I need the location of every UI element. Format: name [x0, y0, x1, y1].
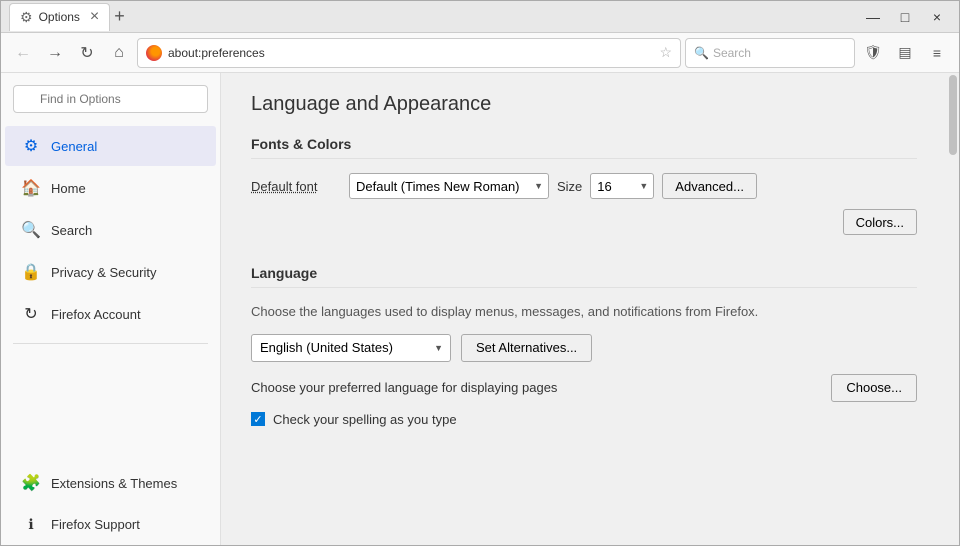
spell-check-label: Check your spelling as you type [273, 412, 457, 427]
window: ⚙ Options × + — □ × ← → ↻ ⌂ about:prefer… [0, 0, 960, 546]
address-text: about:preferences [168, 46, 653, 60]
sidebar-item-search[interactable]: 🔍 Search [5, 210, 216, 250]
extensions-icon: 🧩 [21, 473, 41, 493]
refresh-button[interactable]: ↻ [73, 39, 101, 67]
privacy-label: Privacy & Security [51, 265, 156, 280]
size-select-wrapper: 16 [590, 173, 654, 199]
fonts-colors-title: Fonts & Colors [251, 136, 917, 159]
content-area: Language and Appearance Fonts & Colors D… [221, 73, 947, 545]
content-wrapper: Language and Appearance Fonts & Colors D… [221, 73, 959, 545]
sidebar-item-home[interactable]: 🏠 Home [5, 168, 216, 208]
preferred-lang-label: Choose your preferred language for displ… [251, 380, 557, 395]
options-tab[interactable]: ⚙ Options × [9, 3, 110, 31]
minimize-button[interactable]: — [859, 7, 887, 27]
spell-check-checkbox[interactable]: ✓ [251, 412, 265, 426]
nav-bottom: 🧩 Extensions & Themes ℹ Firefox Support [1, 462, 220, 545]
font-select-wrapper: Default (Times New Roman) [349, 173, 549, 199]
default-font-row: Default font Default (Times New Roman) S… [251, 173, 917, 199]
language-row: English (United States) Set Alternatives… [251, 334, 917, 362]
search-bar-placeholder: Search [713, 46, 846, 60]
sidebar-toggle-button[interactable]: ▤ [891, 39, 919, 67]
general-label: General [51, 139, 97, 154]
main-area: 🔍 ⚙ General 🏠 Home 🔍 Search 🔒 Privacy & … [1, 73, 959, 545]
support-icon: ℹ [21, 514, 41, 534]
search-nav-icon: 🔍 [21, 220, 41, 240]
language-desc: Choose the languages used to display men… [251, 302, 917, 322]
browser-search-bar[interactable]: 🔍 Search [685, 38, 855, 68]
address-bar[interactable]: about:preferences ☆ [137, 38, 681, 68]
advanced-button[interactable]: Advanced... [662, 173, 757, 199]
language-title: Language [251, 265, 917, 288]
sidebar-item-general[interactable]: ⚙ General [5, 126, 216, 166]
menu-button[interactable]: ≡ [923, 39, 951, 67]
general-icon: ⚙ [21, 136, 41, 156]
maximize-button[interactable]: □ [891, 7, 919, 27]
size-select[interactable]: 16 [590, 173, 654, 199]
support-label: Firefox Support [51, 517, 140, 532]
firefox-logo [146, 45, 162, 61]
fonts-colors-section: Fonts & Colors Default font Default (Tim… [251, 136, 917, 235]
sidebar-item-extensions[interactable]: 🧩 Extensions & Themes [5, 463, 216, 503]
toolbar-right: 🛡 ▤ ≡ [859, 39, 951, 67]
bookmark-star-icon[interactable]: ☆ [659, 44, 672, 61]
window-controls: — □ × [859, 7, 951, 27]
sidebar: 🔍 ⚙ General 🏠 Home 🔍 Search 🔒 Privacy & … [1, 73, 221, 545]
toolbar: ← → ↻ ⌂ about:preferences ☆ 🔍 Search 🛡 ▤… [1, 33, 959, 73]
language-select[interactable]: English (United States) [251, 334, 451, 362]
default-font-label: Default font [251, 179, 341, 194]
tab-close-button[interactable]: × [90, 8, 99, 26]
colors-btn-row: Colors... [251, 209, 917, 235]
scrollbar[interactable] [947, 73, 959, 545]
choose-button[interactable]: Choose... [831, 374, 917, 402]
extensions-label: Extensions & Themes [51, 476, 177, 491]
checkbox-checkmark: ✓ [253, 413, 262, 426]
set-alternatives-button[interactable]: Set Alternatives... [461, 334, 592, 362]
forward-button[interactable]: → [41, 39, 69, 67]
home-button[interactable]: ⌂ [105, 39, 133, 67]
sidebar-item-privacy[interactable]: 🔒 Privacy & Security [5, 252, 216, 292]
find-options-bar: 🔍 [1, 73, 220, 125]
nav-separator [13, 343, 208, 344]
privacy-icon: 🔒 [21, 262, 41, 282]
size-label: Size [557, 179, 582, 194]
sidebar-item-firefox-account[interactable]: ↻ Firefox Account [5, 294, 216, 334]
new-tab-button[interactable]: + [114, 6, 125, 27]
firefox-account-icon: ↻ [21, 304, 41, 324]
language-section: Language Choose the languages used to di… [251, 265, 917, 427]
colors-button[interactable]: Colors... [843, 209, 917, 235]
firefox-account-label: Firefox Account [51, 307, 141, 322]
shield-icon-button[interactable]: 🛡 [859, 39, 887, 67]
titlebar: ⚙ Options × + — □ × [1, 1, 959, 33]
spell-check-row: ✓ Check your spelling as you type [251, 412, 917, 427]
home-icon: 🏠 [21, 178, 41, 198]
tab-icon: ⚙ [20, 9, 33, 26]
search-magnifier-icon: 🔍 [694, 46, 709, 60]
back-button[interactable]: ← [9, 39, 37, 67]
find-options-input[interactable] [13, 85, 208, 113]
page-title: Language and Appearance [251, 93, 917, 116]
lang-select-wrapper: English (United States) [251, 334, 451, 362]
scrollbar-thumb[interactable] [949, 75, 957, 155]
search-label: Search [51, 223, 92, 238]
sidebar-item-support[interactable]: ℹ Firefox Support [5, 504, 216, 544]
close-button[interactable]: × [923, 7, 951, 27]
preferred-lang-row: Choose your preferred language for displ… [251, 374, 917, 402]
find-input-wrapper: 🔍 [13, 85, 208, 113]
home-label: Home [51, 181, 86, 196]
tab-title: Options [39, 10, 80, 24]
font-select[interactable]: Default (Times New Roman) [349, 173, 549, 199]
